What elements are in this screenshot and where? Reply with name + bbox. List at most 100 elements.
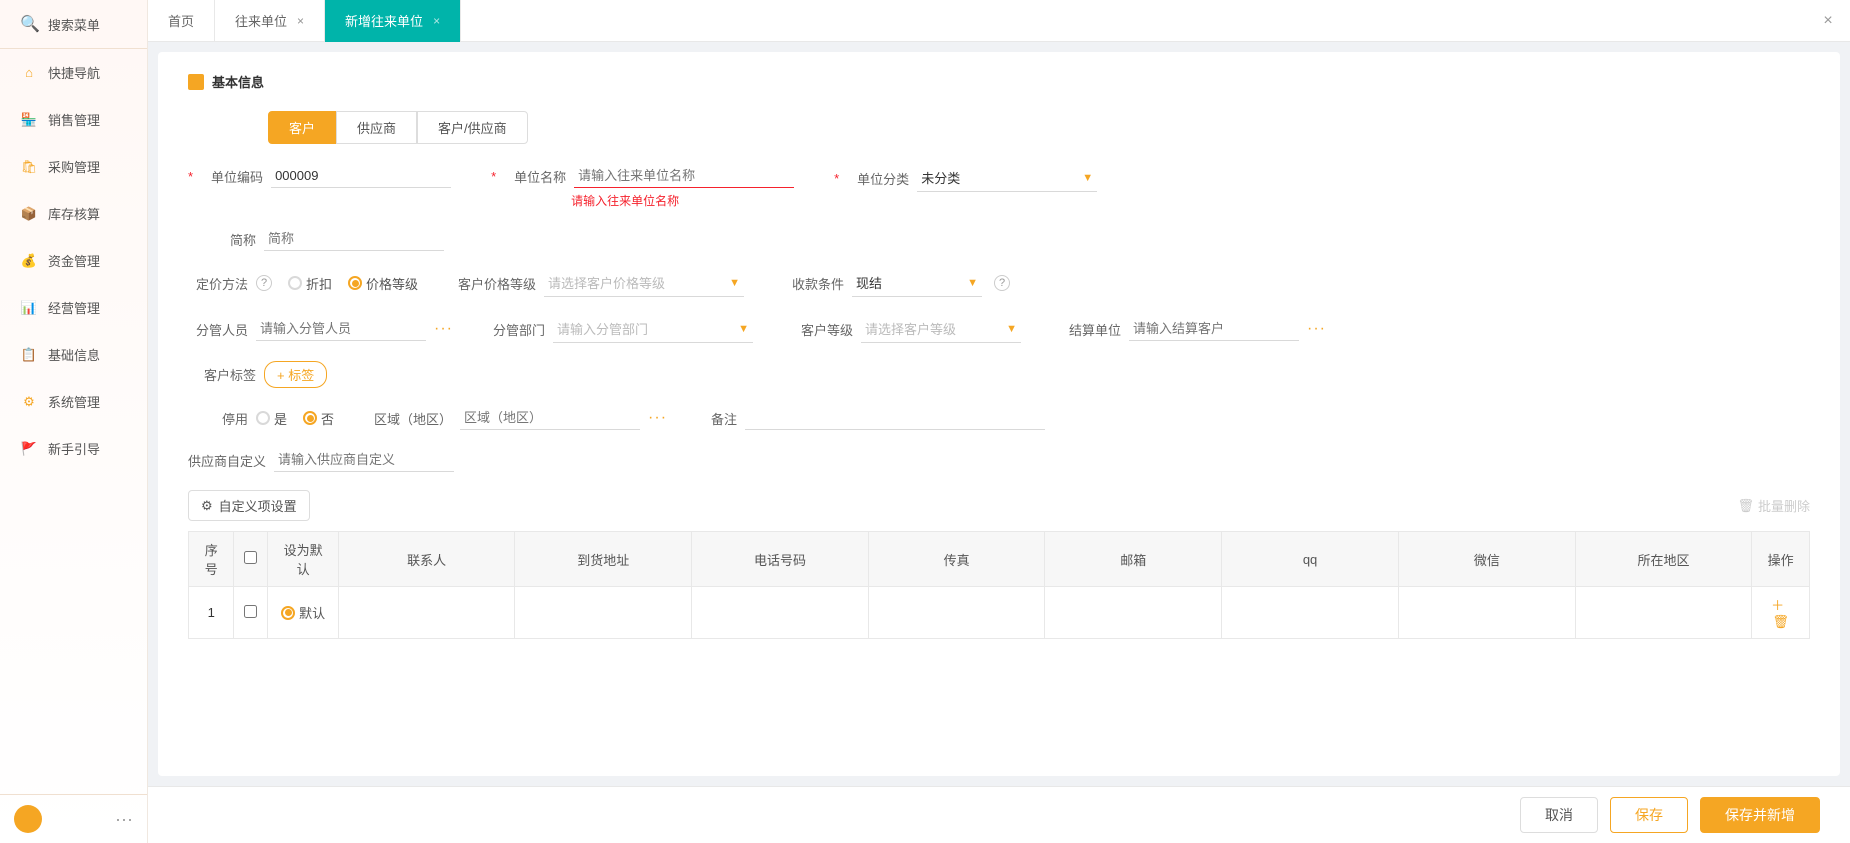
col-qq: qq <box>1222 532 1399 587</box>
notes-label: 备注 <box>707 409 737 428</box>
col-email: 邮箱 <box>1045 532 1222 587</box>
cell-wechat[interactable] <box>1398 587 1575 639</box>
unit-btn-both[interactable]: 客户/供应商 <box>417 111 528 144</box>
avatar <box>14 805 42 833</box>
search-menu[interactable]: 🔍 搜索菜单 <box>0 0 147 49</box>
settlement-input[interactable] <box>1129 317 1299 341</box>
footer: 取消 保存 保存并新增 <box>148 786 1850 843</box>
default-radio[interactable] <box>281 606 295 620</box>
payment-terms-select[interactable]: 现结 ▼ <box>852 269 982 297</box>
sidebar-item-guide[interactable]: 🚩 新手引导 <box>0 425 147 472</box>
dept-placeholder: 请输入分管部门 <box>557 319 734 338</box>
unit-btn-customer[interactable]: 客户 <box>268 111 336 144</box>
cancel-button[interactable]: 取消 <box>1520 797 1598 833</box>
col-wechat: 微信 <box>1398 532 1575 587</box>
default-label: 默认 <box>299 603 325 622</box>
window-close-button[interactable]: × <box>1816 9 1840 33</box>
cell-qq[interactable] <box>1222 587 1399 639</box>
short-name-input[interactable] <box>264 227 444 251</box>
manager-dots-icon[interactable]: ··· <box>434 320 453 338</box>
radio-disabled-yes[interactable]: 是 <box>256 409 287 428</box>
unit-category-select[interactable]: 未分类 ▼ <box>917 164 1097 192</box>
sidebar-item-purchase[interactable]: 🛍 采购管理 <box>0 143 147 190</box>
dept-select[interactable]: 请输入分管部门 ▼ <box>553 315 753 343</box>
sidebar-item-finance[interactable]: 💰 资金管理 <box>0 237 147 284</box>
section-icon <box>188 74 204 90</box>
dept-label: 分管部门 <box>493 320 545 339</box>
customer-price-select[interactable]: 请选择客户价格等级 ▼ <box>544 269 744 297</box>
cell-checkbox[interactable] <box>234 587 268 639</box>
notes-input[interactable] <box>745 406 1045 430</box>
region-input[interactable] <box>460 406 640 430</box>
sidebar-item-sales[interactable]: 🏪 销售管理 <box>0 96 147 143</box>
add-tag-label: + 标签 <box>277 365 314 384</box>
batch-delete[interactable]: 🗑 批量删除 <box>1737 496 1810 515</box>
address-input[interactable] <box>525 605 681 620</box>
select-all-checkbox[interactable] <box>244 551 257 564</box>
sidebar-item-quick-nav[interactable]: ⌂ 快捷导航 <box>0 49 147 96</box>
unit-code-required: * <box>188 169 193 184</box>
payment-terms-value: 现结 <box>856 273 963 292</box>
field-customer-level: 客户等级 请选择客户等级 ▼ <box>793 315 1021 343</box>
cell-email[interactable] <box>1045 587 1222 639</box>
row-add-icon[interactable]: ＋ <box>1771 598 1784 613</box>
email-input[interactable] <box>1055 605 1211 620</box>
payment-terms-help-icon[interactable]: ? <box>994 275 1010 291</box>
cell-area[interactable] <box>1575 587 1752 639</box>
unit-name-required: * <box>491 169 496 184</box>
customer-level-placeholder: 请选择客户等级 <box>865 319 1002 338</box>
unit-code-input[interactable] <box>271 164 451 188</box>
tab-new-contact-close-icon[interactable]: × <box>433 14 440 28</box>
fax-input[interactable] <box>879 605 1035 620</box>
wechat-input[interactable] <box>1409 605 1565 620</box>
cell-address[interactable] <box>515 587 692 639</box>
unit-btn-supplier[interactable]: 供应商 <box>336 111 417 144</box>
manager-input[interactable] <box>256 317 426 341</box>
sidebar-more-icon[interactable]: ··· <box>115 809 133 830</box>
tab-contacts[interactable]: 往来单位 × <box>215 0 325 42</box>
col-address: 到货地址 <box>515 532 692 587</box>
region-dots-icon[interactable]: ··· <box>648 409 667 427</box>
dept-chevron-icon: ▼ <box>738 323 749 335</box>
save-new-button[interactable]: 保存并新增 <box>1700 797 1820 833</box>
settlement-dots-icon[interactable]: ··· <box>1307 320 1326 338</box>
customer-level-select[interactable]: 请选择客户等级 ▼ <box>861 315 1021 343</box>
table-row: 1 默认 <box>189 587 1810 639</box>
row-delete-icon[interactable]: 🗑 <box>1772 614 1789 629</box>
radio-price-level[interactable]: 价格等级 <box>348 274 418 293</box>
row-checkbox[interactable] <box>244 605 257 618</box>
cell-fax[interactable] <box>868 587 1045 639</box>
info-icon: 📋 <box>20 346 38 364</box>
sidebar-label-purchase: 采购管理 <box>48 157 100 176</box>
add-tag-button[interactable]: + 标签 <box>264 361 327 388</box>
supplier-custom-input[interactable] <box>274 448 454 472</box>
col-checkbox[interactable] <box>234 532 268 587</box>
tab-home[interactable]: 首页 <box>148 0 215 42</box>
customer-tag-label: 客户标签 <box>188 365 256 384</box>
sidebar-item-operations[interactable]: 📊 经营管理 <box>0 284 147 331</box>
cell-phone[interactable] <box>692 587 869 639</box>
row-short-name: 简称 <box>188 227 1810 251</box>
radio-discount[interactable]: 折扣 <box>288 274 332 293</box>
payment-terms-label: 收款条件 <box>784 274 844 293</box>
main-content: 首页 往来单位 × 新增往来单位 × × 基本信息 客户 供应商 客户/供应商 <box>148 0 1850 843</box>
cell-default[interactable]: 默认 <box>268 587 338 639</box>
unit-name-input[interactable] <box>574 164 794 188</box>
tab-contacts-close-icon[interactable]: × <box>297 14 304 28</box>
area-input[interactable] <box>1586 605 1742 620</box>
contact-input[interactable] <box>349 605 505 620</box>
sidebar-item-inventory[interactable]: 📦 库存核算 <box>0 190 147 237</box>
sidebar-item-system[interactable]: ⚙ 系统管理 <box>0 378 147 425</box>
radio-disabled-no[interactable]: 否 <box>303 409 334 428</box>
sidebar-label-finance: 资金管理 <box>48 251 100 270</box>
save-button[interactable]: 保存 <box>1610 797 1688 833</box>
tab-new-contact[interactable]: 新增往来单位 × <box>325 0 461 42</box>
cell-contact[interactable] <box>338 587 515 639</box>
pricing-help-icon[interactable]: ? <box>256 275 272 291</box>
sidebar-label-guide: 新手引导 <box>48 439 100 458</box>
radio-yes-circle <box>256 411 270 425</box>
sidebar-item-basic-info[interactable]: 📋 基础信息 <box>0 331 147 378</box>
custom-settings-button[interactable]: ⚙ 自定义项设置 <box>188 490 310 521</box>
phone-input[interactable] <box>702 605 858 620</box>
qq-input[interactable] <box>1232 605 1388 620</box>
